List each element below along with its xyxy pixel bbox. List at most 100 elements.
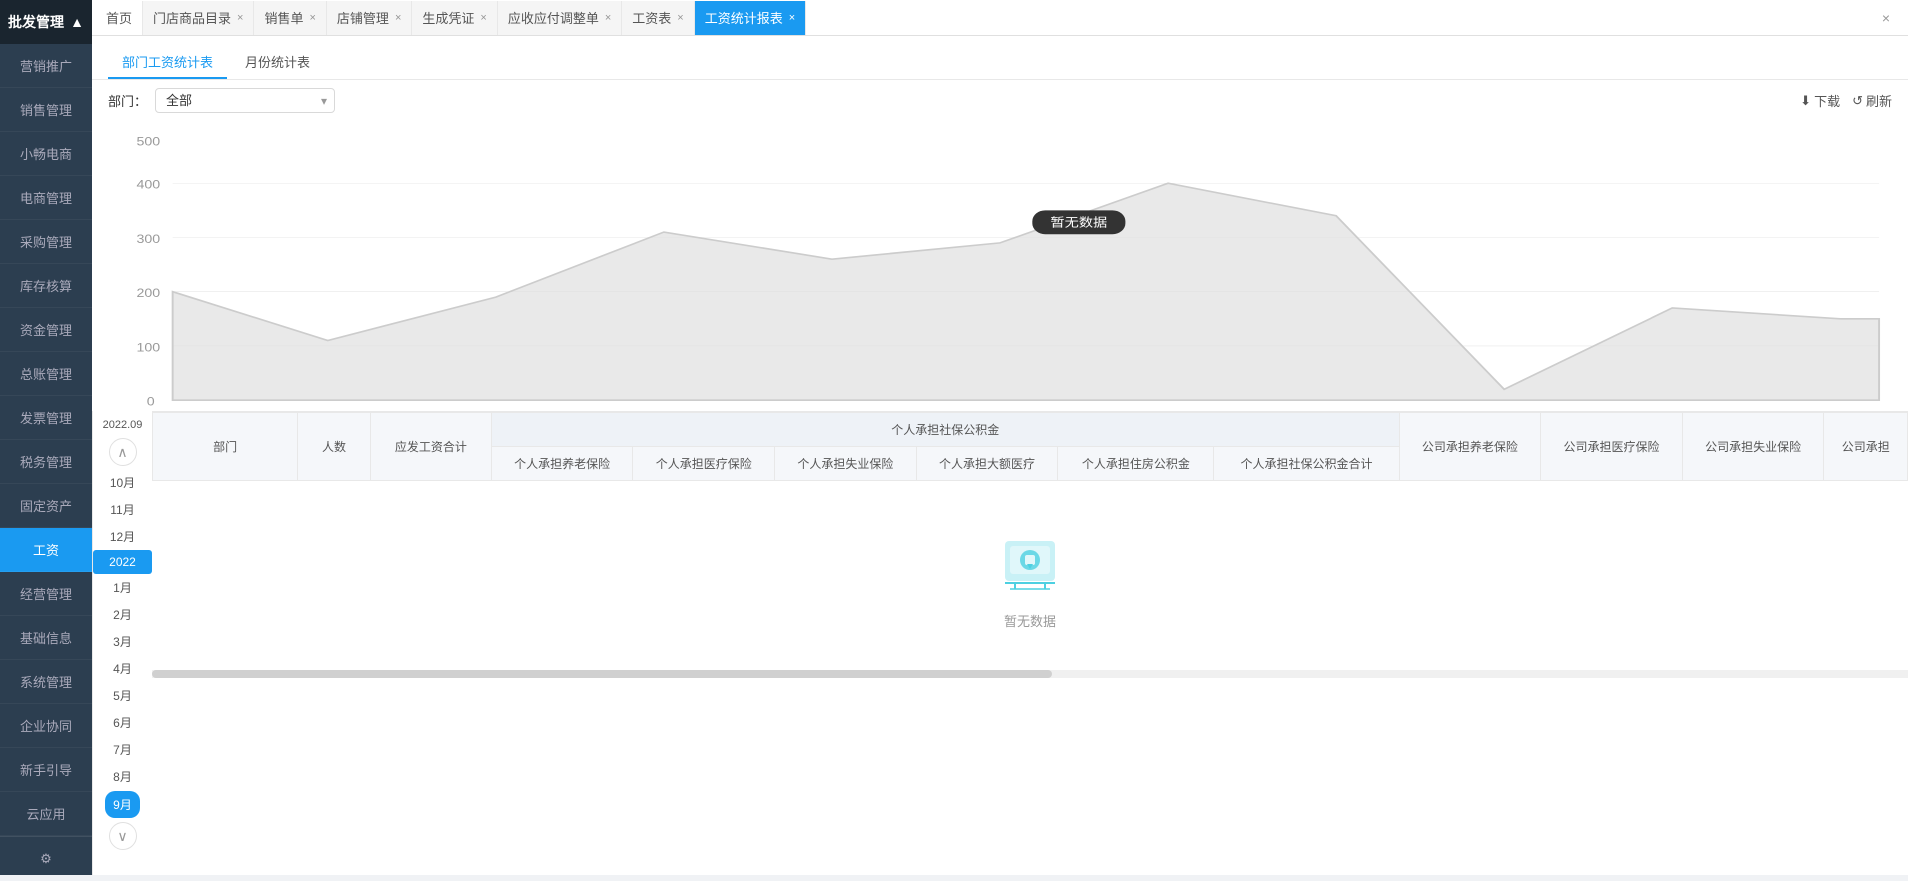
data-table: 部门 人数 应发工资合计 个人承担社保公积金 公司承担养老保险 公司承担医疗保险… bbox=[152, 412, 1908, 481]
timeline-down-button[interactable]: ∨ bbox=[109, 822, 137, 850]
th-group-social: 个人承担社保公积金 bbox=[491, 413, 1399, 447]
sidebar-item-sales[interactable]: 销售管理 bbox=[0, 88, 92, 132]
svg-text:0: 0 bbox=[147, 395, 155, 409]
timeline-month-2[interactable]: 2月 bbox=[93, 601, 152, 628]
tab-payroll[interactable]: 工资表 × bbox=[622, 1, 694, 35]
sidebar-item-ledger[interactable]: 总账管理 bbox=[0, 352, 92, 396]
tab-close-gen-voucher[interactable]: × bbox=[480, 12, 486, 24]
timeline-month-6[interactable]: 6月 bbox=[93, 709, 152, 736]
settings-button[interactable]: ⚙ bbox=[0, 836, 92, 881]
dept-label: 部门： bbox=[108, 91, 147, 110]
gear-icon: ⚙ bbox=[40, 851, 52, 866]
svg-text:400: 400 bbox=[136, 178, 160, 192]
table-timeline-wrapper: 2022.09 ∧ 10月 11月 12月 2022 1月 2月 3月 4月 5 bbox=[92, 411, 1908, 875]
toolbar-left: 部门： 全部 ▾ bbox=[108, 88, 335, 113]
tabs-bar: 首页 门店商品目录 × 销售单 × 店铺管理 × 生成凭证 × 应收应付调整单 … bbox=[92, 0, 1908, 36]
tab-ar-ap[interactable]: 应收应付调整单 × bbox=[498, 1, 622, 35]
timeline-month-8[interactable]: 8月 bbox=[93, 763, 152, 790]
table-scrollbar[interactable] bbox=[152, 670, 1908, 678]
timeline-month-4[interactable]: 4月 bbox=[93, 655, 152, 682]
tab-close-payroll-report[interactable]: × bbox=[789, 12, 795, 24]
sidebar-item-tax[interactable]: 税务管理 bbox=[0, 440, 92, 484]
th-total-salary: 应发工资合计 bbox=[370, 413, 491, 481]
svg-text:暂无数据: 暂无数据 bbox=[1050, 216, 1107, 230]
th-personal-pension: 个人承担养老保险 bbox=[491, 447, 633, 481]
sidebar-item-guide[interactable]: 新手引导 bbox=[0, 748, 92, 792]
th-company-unemploy: 公司承担失业保险 bbox=[1682, 413, 1824, 481]
timeline-month-5[interactable]: 5月 bbox=[93, 682, 152, 709]
timeline-month-7[interactable]: 7月 bbox=[93, 736, 152, 763]
sidebar-item-finance[interactable]: 资金管理 bbox=[0, 308, 92, 352]
sub-tab-month[interactable]: 月份统计表 bbox=[231, 46, 324, 79]
empty-text: 暂无数据 bbox=[1004, 611, 1056, 630]
timeline-month-1[interactable]: 1月 bbox=[93, 574, 152, 601]
timeline-month-9[interactable]: 9月 bbox=[105, 791, 140, 818]
table-header-group-row: 部门 人数 应发工资合计 个人承担社保公积金 公司承担养老保险 公司承担医疗保险… bbox=[153, 413, 1908, 447]
content-area: 部门工资统计表 月份统计表 部门： 全部 ▾ ⬇ 下载 bbox=[92, 36, 1908, 875]
tab-gen-voucher[interactable]: 生成凭证 × bbox=[412, 1, 497, 35]
tab-close-sales-order[interactable]: × bbox=[309, 12, 315, 24]
sidebar-item-ecommerce-small[interactable]: 小畅电商 bbox=[0, 132, 92, 176]
tab-payroll-report[interactable]: 工资统计报表 × bbox=[695, 1, 806, 35]
sidebar-item-invoice[interactable]: 发票管理 bbox=[0, 396, 92, 440]
sidebar-item-salary[interactable]: 工资 bbox=[0, 528, 92, 572]
sidebar-item-inventory[interactable]: 库存核算 bbox=[0, 264, 92, 308]
sub-tab-dept[interactable]: 部门工资统计表 bbox=[108, 46, 227, 79]
timeline-year-2022[interactable]: 2022 bbox=[93, 550, 152, 574]
download-icon: ⬇ bbox=[1800, 93, 1811, 109]
sidebar-item-ecommerce[interactable]: 电商管理 bbox=[0, 176, 92, 220]
chart-svg: 0 100 200 300 400 500 暂无数据 bbox=[108, 129, 1892, 411]
svg-text:200: 200 bbox=[136, 286, 160, 300]
sidebar-item-purchase[interactable]: 采购管理 bbox=[0, 220, 92, 264]
sidebar-item-system[interactable]: 系统管理 bbox=[0, 660, 92, 704]
th-company-other: 公司承担 bbox=[1824, 413, 1908, 481]
tab-store-management[interactable]: 店铺管理 × bbox=[327, 1, 412, 35]
sidebar-item-management[interactable]: 经营管理 bbox=[0, 572, 92, 616]
tab-close-store-catalog[interactable]: × bbox=[237, 12, 243, 24]
dept-select[interactable]: 全部 bbox=[155, 88, 335, 113]
tab-close-payroll[interactable]: × bbox=[677, 12, 683, 24]
empty-state: 暂无数据 bbox=[152, 481, 1908, 670]
th-personal-unemploy: 个人承担失业保险 bbox=[775, 447, 917, 481]
timeline-up-button[interactable]: ∧ bbox=[109, 438, 137, 466]
sidebar-item-assets[interactable]: 固定资产 bbox=[0, 484, 92, 528]
sidebar-header[interactable]: 批发管理 ▲ bbox=[0, 0, 92, 44]
sub-tabs-bar: 部门工资统计表 月份统计表 bbox=[92, 36, 1908, 80]
sidebar-item-corp[interactable]: 企业协同 bbox=[0, 704, 92, 748]
timeline-month-10[interactable]: 10月 bbox=[93, 469, 152, 496]
tab-close-ar-ap[interactable]: × bbox=[605, 12, 611, 24]
tab-bar-close-icon[interactable]: × bbox=[1876, 8, 1896, 28]
sidebar: 批发管理 ▲ 营销推广 销售管理 小畅电商 电商管理 采购管理 库存核算 资金管… bbox=[0, 0, 92, 875]
sidebar-item-basic[interactable]: 基础信息 bbox=[0, 616, 92, 660]
svg-text:300: 300 bbox=[136, 232, 160, 246]
sidebar-item-cloud[interactable]: 云应用 bbox=[0, 792, 92, 836]
th-company-pension: 公司承担养老保险 bbox=[1399, 413, 1541, 481]
sidebar-arrow-icon: ▲ bbox=[70, 14, 84, 30]
main-area: 首页 门店商品目录 × 销售单 × 店铺管理 × 生成凭证 × 应收应付调整单 … bbox=[92, 0, 1908, 875]
tab-store-catalog[interactable]: 门店商品目录 × bbox=[143, 1, 254, 35]
tab-sales-order[interactable]: 销售单 × bbox=[254, 1, 326, 35]
th-personal-total: 个人承担社保公积金合计 bbox=[1214, 447, 1399, 481]
th-people: 人数 bbox=[298, 413, 371, 481]
chart-container: 0 100 200 300 400 500 暂无数据 bbox=[92, 121, 1908, 411]
timeline-panel: 2022.09 ∧ 10月 11月 12月 2022 1月 2月 3月 4月 5 bbox=[92, 411, 152, 875]
refresh-icon: ↺ bbox=[1852, 93, 1863, 109]
download-button[interactable]: ⬇ 下载 bbox=[1800, 91, 1840, 110]
timeline-month-3[interactable]: 3月 bbox=[93, 628, 152, 655]
th-personal-large-med: 个人承担大额医疗 bbox=[916, 447, 1058, 481]
toolbar-right: ⬇ 下载 ↺ 刷新 bbox=[1800, 91, 1892, 110]
timeline-month-11[interactable]: 11月 bbox=[93, 496, 152, 523]
timeline-current-date: 2022.09 bbox=[103, 415, 143, 435]
sidebar-title: 批发管理 bbox=[8, 12, 64, 32]
th-company-medical: 公司承担医疗保险 bbox=[1541, 413, 1683, 481]
tab-home[interactable]: 首页 bbox=[96, 1, 143, 35]
refresh-button[interactable]: ↺ 刷新 bbox=[1852, 91, 1892, 110]
th-personal-medical: 个人承担医疗保险 bbox=[633, 447, 775, 481]
timeline-month-12[interactable]: 12月 bbox=[93, 523, 152, 550]
sidebar-item-marketing[interactable]: 营销推广 bbox=[0, 44, 92, 88]
tabs-bar-end: × bbox=[1876, 8, 1904, 28]
svg-text:500: 500 bbox=[136, 134, 160, 148]
th-dept: 部门 bbox=[153, 413, 298, 481]
tab-close-store-management[interactable]: × bbox=[395, 12, 401, 24]
scroll-thumb[interactable] bbox=[152, 670, 1052, 678]
